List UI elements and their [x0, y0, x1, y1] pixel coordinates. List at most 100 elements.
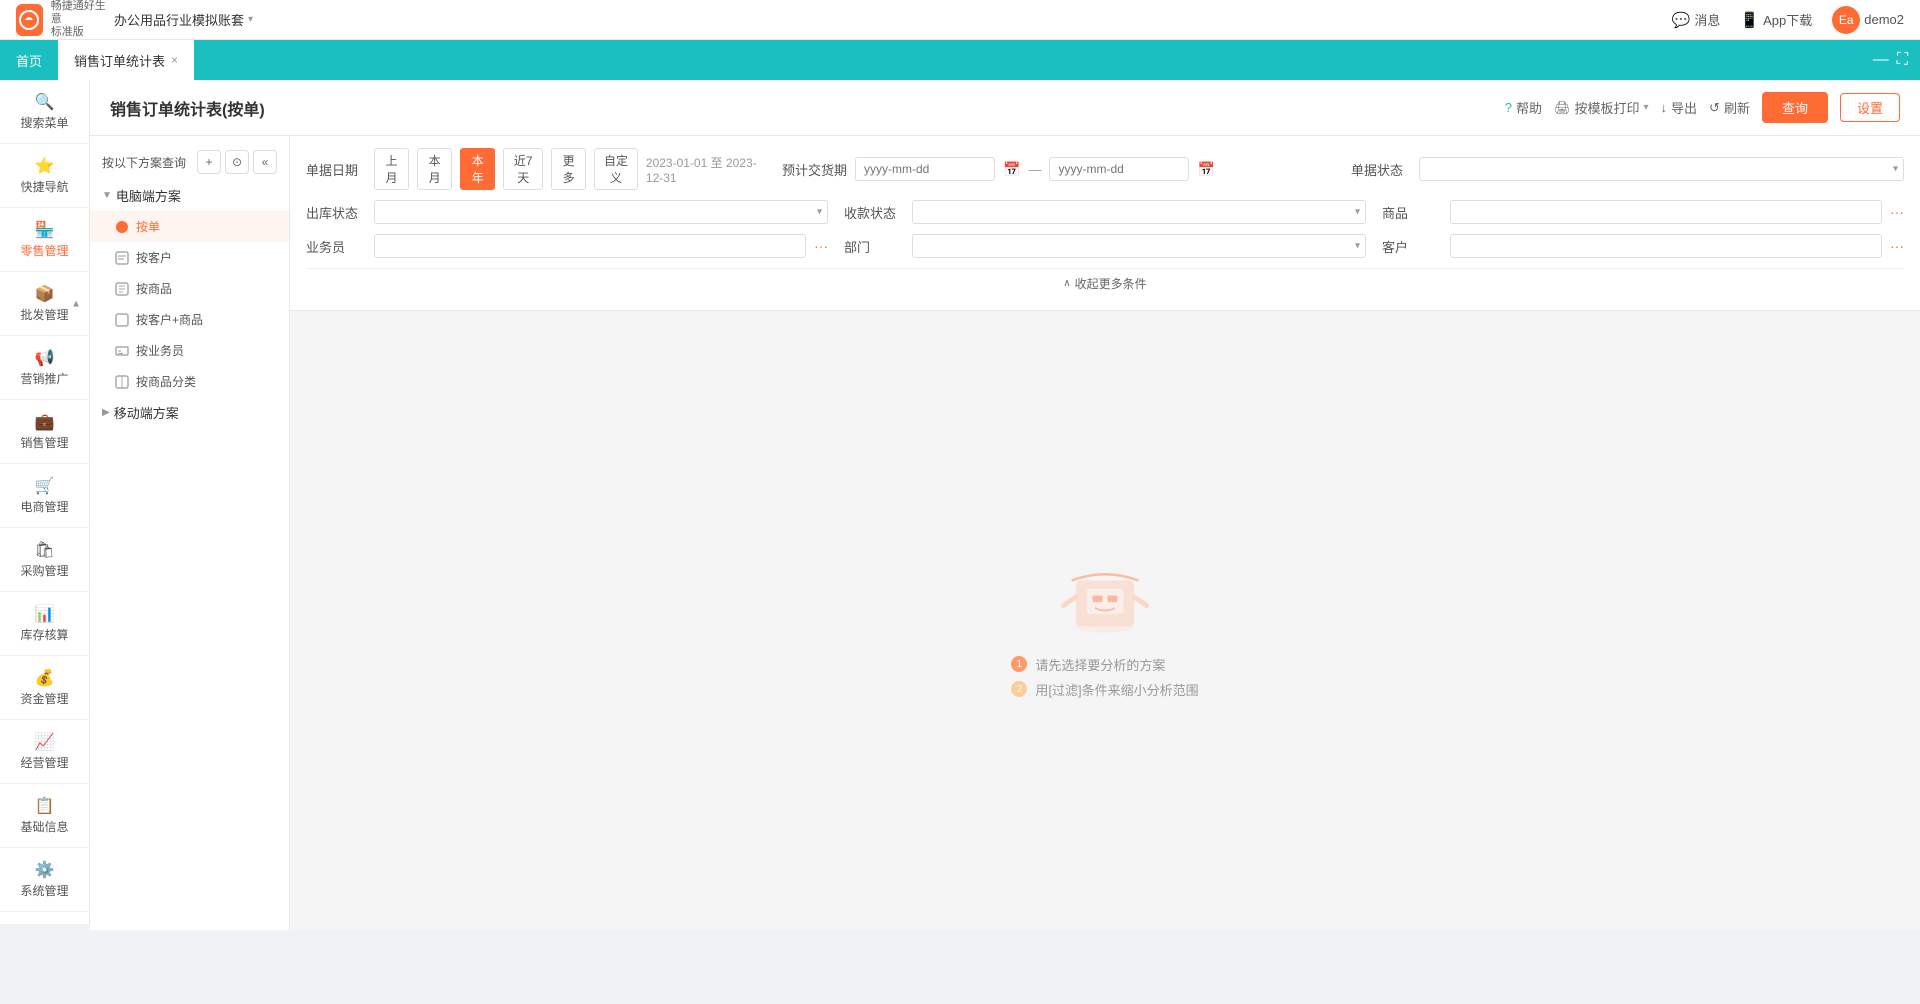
empty-tip-1: 1 请先选择要分析的方案: [1011, 655, 1198, 674]
department-select[interactable]: [912, 234, 1366, 258]
by-order-icon: [114, 219, 130, 235]
add-scheme-btn[interactable]: +: [197, 150, 221, 174]
expected-date-end-input[interactable]: [1049, 157, 1189, 181]
by-customer-goods-icon: [114, 312, 130, 328]
customer-more-icon[interactable]: ···: [1890, 238, 1904, 254]
sidebar-item-enterprise[interactable]: 🤝 企业协同: [0, 912, 89, 924]
retail-icon: 🏪: [0, 220, 89, 240]
by-goods-icon: [114, 281, 130, 297]
tab-bar-right: — ⛶: [1873, 51, 1920, 69]
this-year-btn[interactable]: 本年: [460, 148, 495, 190]
filter-date-section: 单据日期 上月 本月 本年 近7天 更多 自定义 2023-01-01 至 20…: [306, 148, 766, 190]
by-customer-icon: [114, 250, 130, 266]
expected-date-start-input[interactable]: [855, 157, 995, 181]
logo: 畅捷通好生意 标准版: [16, 0, 106, 39]
tab-minimize-icon[interactable]: —: [1873, 51, 1889, 69]
panel-group-arrow: ▼: [102, 190, 112, 201]
filter-department-section: 部门: [844, 234, 1366, 258]
right-panel: 单据日期 上月 本月 本年 近7天 更多 自定义 2023-01-01 至 20…: [290, 136, 1920, 930]
customer-input[interactable]: [1450, 234, 1882, 258]
filter-doc-status-section: 单据状态: [1351, 157, 1904, 181]
delivery-status-select[interactable]: [374, 200, 828, 224]
salesperson-more-icon[interactable]: ···: [814, 238, 828, 254]
sidebar-item-inventory[interactable]: 📊 库存核算: [0, 592, 89, 656]
finance-icon: 💰: [0, 668, 89, 688]
salesperson-input[interactable]: [374, 234, 806, 258]
top-bar: 畅捷通好生意 标准版 办公用品行业模拟账套 ▾ 💬 消息 📱 App下载 Ea …: [0, 0, 1920, 40]
collapse-panel-btn[interactable]: «: [253, 150, 277, 174]
panel-group-mobile[interactable]: ▶ 移动端方案: [90, 397, 289, 428]
help-btn[interactable]: ? 帮助: [1505, 98, 1542, 117]
tab-sales-order-stats[interactable]: 销售订单统计表 ×: [58, 40, 194, 80]
this-month-btn[interactable]: 本月: [417, 148, 452, 190]
goods-input[interactable]: [1450, 200, 1882, 224]
sidebar-item-marketing[interactable]: 📢 营销推广: [0, 336, 89, 400]
sidebar-item-operation[interactable]: 📈 经营管理: [0, 720, 89, 784]
tab-close-icon[interactable]: ×: [171, 53, 178, 67]
goods-more-icon[interactable]: ···: [1890, 204, 1904, 220]
purchase-icon: 🛍: [0, 540, 89, 560]
calendar-end-icon[interactable]: 📅: [1197, 161, 1214, 178]
query-button[interactable]: 查询: [1762, 92, 1828, 123]
sidebar-item-sales[interactable]: 💼 销售管理: [0, 400, 89, 464]
tip-num-2: 2: [1011, 681, 1027, 697]
panel-item-by-goods[interactable]: 按商品: [90, 273, 289, 304]
filter-delivery-section: 出库状态: [306, 200, 828, 224]
filter-customer-section: 客户 ···: [1382, 234, 1904, 258]
sidebar-item-purchase[interactable]: 🛍 采购管理: [0, 528, 89, 592]
doc-status-select[interactable]: [1419, 157, 1904, 181]
print-dropdown-icon: ▾: [1644, 102, 1649, 113]
sidebar-item-finance[interactable]: 💰 资金管理: [0, 656, 89, 720]
by-salesperson-icon: [114, 343, 130, 359]
custom-btn[interactable]: 自定义: [594, 148, 638, 190]
left-panel: 按以下方案查询 + ⊙ « ▼ 电脑端方案 按单 按客户: [90, 136, 290, 930]
empty-state: 1 请先选择要分析的方案 2 用[过滤]条件来缩小分析范围: [290, 311, 1920, 930]
sidebar-item-quicknav[interactable]: ⭐ 快捷导航: [0, 144, 89, 208]
wholesale-icon: 📦: [35, 284, 55, 304]
empty-illustration: [1055, 543, 1155, 643]
main-content: 销售订单统计表(按单) ? 帮助 🖨 按模板打印 ▾ ↓ 导出 ↺ 刷新 查询 …: [90, 80, 1920, 930]
settings-button[interactable]: 设置: [1840, 93, 1900, 122]
workspace-selector[interactable]: 办公用品行业模拟账套 ▾: [114, 10, 253, 29]
tab-home[interactable]: 首页: [0, 40, 58, 80]
payment-status-select[interactable]: [912, 200, 1366, 224]
last7-btn[interactable]: 近7天: [503, 148, 543, 190]
panel-item-by-order[interactable]: 按单: [90, 211, 289, 242]
mobile-group-arrow: ▶: [102, 407, 110, 418]
collapse-up-icon: ∧: [1063, 278, 1070, 289]
sidebar-item-basic[interactable]: 📋 基础信息: [0, 784, 89, 848]
search-icon: 🔍: [0, 92, 89, 112]
app-download-btn[interactable]: 📱 App下载: [1740, 10, 1812, 29]
sidebar-item-wholesale[interactable]: 📦 批发管理 ▲: [0, 272, 89, 336]
filter-row-2: 出库状态 收款状态: [306, 200, 1904, 224]
message-btn[interactable]: 💬 消息: [1672, 10, 1721, 29]
user-menu[interactable]: Ea demo2: [1832, 6, 1904, 34]
page-title: 销售订单统计表(按单): [110, 96, 265, 120]
template-print-btn[interactable]: 🖨 按模板打印 ▾: [1554, 98, 1649, 117]
panel-item-by-salesperson[interactable]: 按业务员: [90, 335, 289, 366]
panel-item-by-customer[interactable]: 按客户: [90, 242, 289, 273]
filter-row-3: 业务员 ··· 部门 客户: [306, 234, 1904, 258]
panel-item-by-customer-goods[interactable]: 按客户+商品: [90, 304, 289, 335]
logo-text: 畅捷通好生意 标准版: [51, 0, 106, 39]
refresh-btn[interactable]: ↺ 刷新: [1709, 98, 1750, 117]
refresh-icon: ↺: [1709, 100, 1720, 116]
empty-tips: 1 请先选择要分析的方案 2 用[过滤]条件来缩小分析范围: [1011, 655, 1198, 699]
sidebar-item-retail[interactable]: 🏪 零售管理: [0, 208, 89, 272]
sidebar-item-ecommerce[interactable]: 🛒 电商管理: [0, 464, 89, 528]
ecommerce-icon: 🛒: [0, 476, 89, 496]
export-btn[interactable]: ↓ 导出: [1661, 98, 1698, 117]
more-btn[interactable]: 更多: [551, 148, 586, 190]
collapse-btn[interactable]: ∧ 收起更多条件: [306, 268, 1904, 298]
tip-num-1: 1: [1011, 656, 1027, 672]
tab-expand-icon[interactable]: ⛶: [1897, 51, 1908, 69]
last-month-btn[interactable]: 上月: [374, 148, 409, 190]
sidebar-item-search[interactable]: 🔍 搜索菜单: [0, 80, 89, 144]
settings-scheme-btn[interactable]: ⊙: [225, 150, 249, 174]
calendar-start-icon[interactable]: 📅: [1003, 161, 1020, 178]
sidebar-item-system[interactable]: ⚙️ 系统管理: [0, 848, 89, 912]
by-category-icon: [114, 374, 130, 390]
panel-item-by-category[interactable]: 按商品分类: [90, 366, 289, 397]
avatar: Ea: [1832, 6, 1860, 34]
export-icon: ↓: [1661, 100, 1668, 115]
